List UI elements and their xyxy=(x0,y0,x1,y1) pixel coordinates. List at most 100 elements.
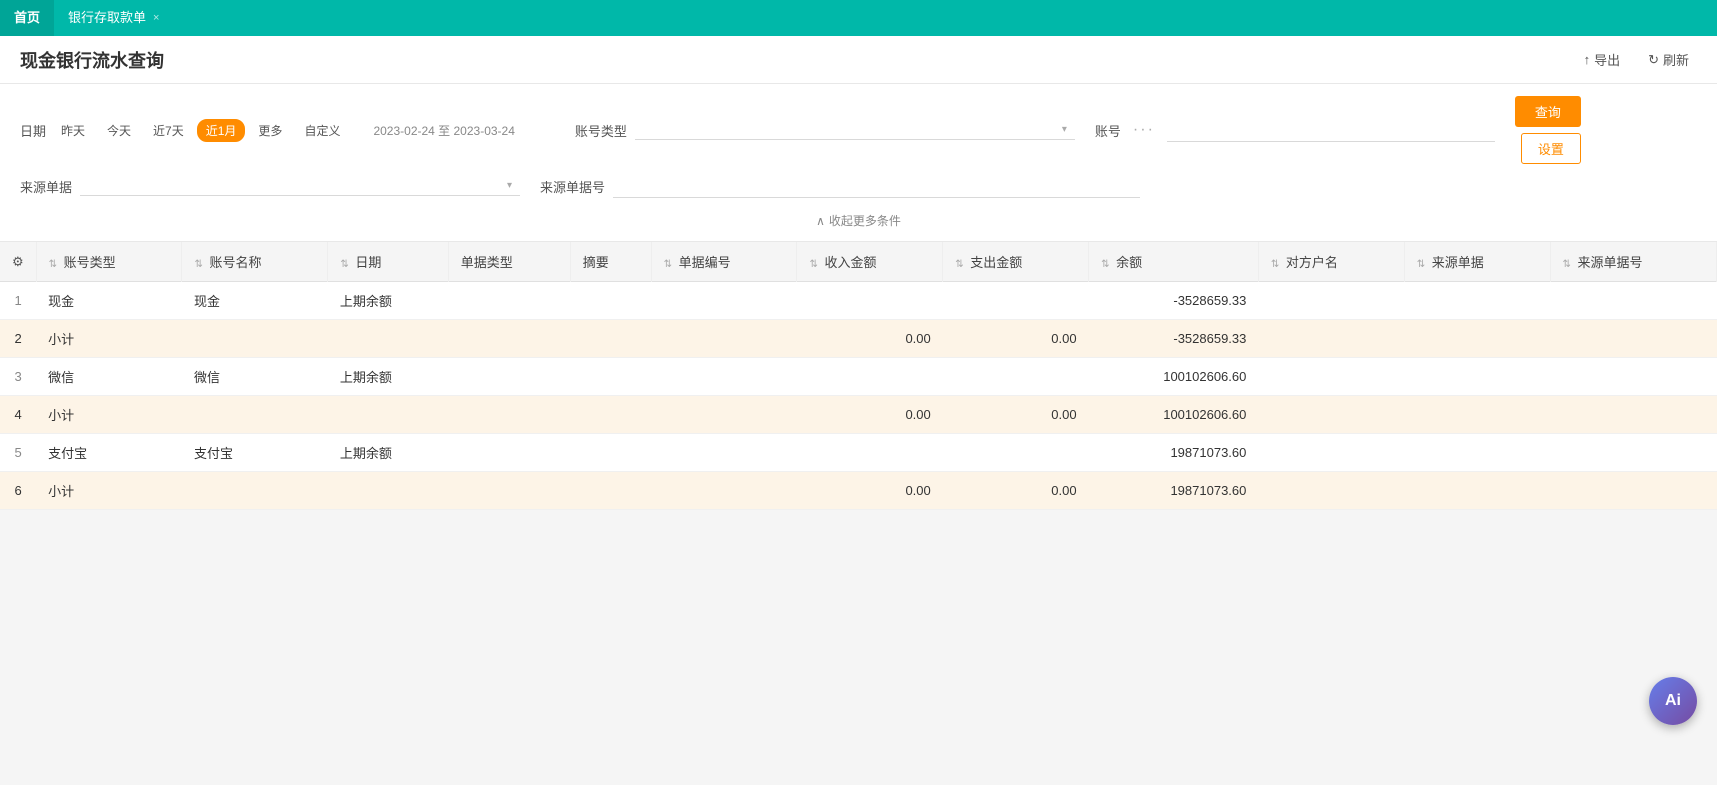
table-cell: 上期余额 xyxy=(328,434,448,472)
sort-icon-8: ⇅ xyxy=(1271,259,1279,270)
page-title: 现金银行流水查询 xyxy=(20,47,164,73)
table-cell: 小计 xyxy=(36,396,182,434)
table-body: 1现金现金上期余额-3528659.332小计0.000.00-3528659.… xyxy=(0,282,1717,510)
table-cell xyxy=(570,472,651,510)
th-account-name[interactable]: ⇅ 账号名称 xyxy=(182,242,328,282)
th-expense[interactable]: ⇅ 支出金额 xyxy=(943,242,1089,282)
source-doc-label: 来源单据 xyxy=(20,177,72,196)
nav-home[interactable]: 首页 xyxy=(0,0,54,36)
table-cell xyxy=(797,434,943,472)
table-cell: 19871073.60 xyxy=(1089,434,1259,472)
table-cell: 小计 xyxy=(36,472,182,510)
table-cell xyxy=(448,472,570,510)
page-header: 现金银行流水查询 ↑ 导出 ↻ 刷新 xyxy=(0,36,1717,84)
account-input[interactable] xyxy=(1167,118,1495,142)
date-btn-今天[interactable]: 今天 xyxy=(98,119,140,142)
table-cell: 100102606.60 xyxy=(1089,358,1259,396)
table-cell xyxy=(570,434,651,472)
table-cell xyxy=(328,320,448,358)
table-cell: 现金 xyxy=(36,282,182,320)
date-btn-近1月[interactable]: 近1月 xyxy=(197,119,246,142)
table-cell xyxy=(1550,320,1716,358)
table-cell xyxy=(1404,396,1550,434)
table-cell xyxy=(651,434,797,472)
table-cell xyxy=(448,434,570,472)
ai-badge[interactable]: Ai xyxy=(1649,677,1697,725)
source-doc-select[interactable]: ▾ xyxy=(80,176,520,196)
th-doc-no[interactable]: ⇅ 单据编号 xyxy=(651,242,797,282)
table-cell: 小计 xyxy=(36,320,182,358)
table-cell xyxy=(651,282,797,320)
table-cell: 3 xyxy=(0,358,36,396)
settings-button[interactable]: 设置 xyxy=(1521,133,1581,164)
table-cell xyxy=(328,472,448,510)
refresh-icon: ↻ xyxy=(1648,52,1659,68)
query-button[interactable]: 查询 xyxy=(1515,96,1581,127)
table-cell xyxy=(570,396,651,434)
table-cell xyxy=(1258,282,1404,320)
date-btn-昨天[interactable]: 昨天 xyxy=(52,119,94,142)
collapse-bar[interactable]: ∧ 收起更多条件 xyxy=(20,208,1697,229)
account-dots-button[interactable]: ··· xyxy=(1129,121,1159,139)
table-cell xyxy=(943,434,1089,472)
chevron-down-icon: ▾ xyxy=(1062,124,1067,135)
th-source-doc[interactable]: ⇅ 来源单据 xyxy=(1404,242,1550,282)
table-row: 2小计0.000.00-3528659.33 xyxy=(0,320,1717,358)
table-cell: 1 xyxy=(0,282,36,320)
th-income[interactable]: ⇅ 收入金额 xyxy=(797,242,943,282)
table-cell: 0.00 xyxy=(797,472,943,510)
table-cell xyxy=(1258,434,1404,472)
table-cell: 0.00 xyxy=(797,396,943,434)
tab-close-icon[interactable]: × xyxy=(153,0,159,36)
table-row: 1现金现金上期余额-3528659.33 xyxy=(0,282,1717,320)
th-account-type[interactable]: ⇅ 账号类型 xyxy=(36,242,182,282)
date-options: 昨天今天近7天近1月更多自定义 xyxy=(52,119,349,142)
source-doc-no-group: 来源单据号 xyxy=(540,174,1140,198)
table-cell xyxy=(448,282,570,320)
date-btn-自定义[interactable]: 自定义 xyxy=(295,119,349,142)
table-cell: 现金 xyxy=(182,282,328,320)
table-cell: 100102606.60 xyxy=(1089,396,1259,434)
filter-right-buttons: 查询 设置 xyxy=(1515,96,1581,164)
table-cell xyxy=(570,358,651,396)
table-cell: 0.00 xyxy=(943,320,1089,358)
top-nav: 首页 收款单×付款单×其他收入单×应收应付调整单×银行存取款单×预收冲应收单×收… xyxy=(0,0,1717,36)
table-cell xyxy=(1258,358,1404,396)
table-cell xyxy=(182,396,328,434)
date-btn-近7天[interactable]: 近7天 xyxy=(144,119,193,142)
source-doc-no-input[interactable] xyxy=(613,174,1140,198)
account-type-select[interactable]: ▾ xyxy=(635,120,1075,140)
th-gear[interactable]: ⚙ xyxy=(0,242,36,282)
sort-icon-10: ⇅ xyxy=(1563,259,1571,270)
account-group: 账号 ··· xyxy=(1095,118,1495,142)
export-button[interactable]: ↑ 导出 xyxy=(1576,46,1629,73)
th-date[interactable]: ⇅ 日期 xyxy=(328,242,448,282)
table-cell xyxy=(570,282,651,320)
sort-icon-3: ⇅ xyxy=(340,259,348,270)
table-cell: 上期余额 xyxy=(328,282,448,320)
gear-icon[interactable]: ⚙ xyxy=(12,254,24,269)
table-cell xyxy=(1550,358,1716,396)
table-cell xyxy=(1404,282,1550,320)
table-cell xyxy=(651,396,797,434)
table-cell xyxy=(448,358,570,396)
nav-tab-银行存取款单[interactable]: 银行存取款单× xyxy=(54,0,199,36)
date-btn-更多[interactable]: 更多 xyxy=(249,119,291,142)
table-cell xyxy=(1258,396,1404,434)
table-cell xyxy=(182,320,328,358)
filter-row-1: 日期 昨天今天近7天近1月更多自定义 2023-02-24 至 2023-03-… xyxy=(20,96,1697,164)
th-counterpart[interactable]: ⇅ 对方户名 xyxy=(1258,242,1404,282)
table-cell: 0.00 xyxy=(943,396,1089,434)
table-cell xyxy=(797,358,943,396)
table-row: 6小计0.000.0019871073.60 xyxy=(0,472,1717,510)
filter-row-2: 来源单据 ▾ 来源单据号 xyxy=(20,174,1697,198)
refresh-button[interactable]: ↻ 刷新 xyxy=(1640,46,1697,73)
th-source-doc-no[interactable]: ⇅ 来源单据号 xyxy=(1550,242,1716,282)
table-cell xyxy=(448,396,570,434)
account-type-label: 账号类型 xyxy=(575,121,627,140)
th-balance[interactable]: ⇅ 余额 xyxy=(1089,242,1259,282)
nav-tabs: 收款单×付款单×其他收入单×应收应付调整单×银行存取款单×预收冲应收单×收款核销… xyxy=(54,0,199,36)
table-cell xyxy=(448,320,570,358)
sort-icon-9: ⇅ xyxy=(1417,259,1425,270)
chevron-down-icon-2: ▾ xyxy=(507,180,512,191)
